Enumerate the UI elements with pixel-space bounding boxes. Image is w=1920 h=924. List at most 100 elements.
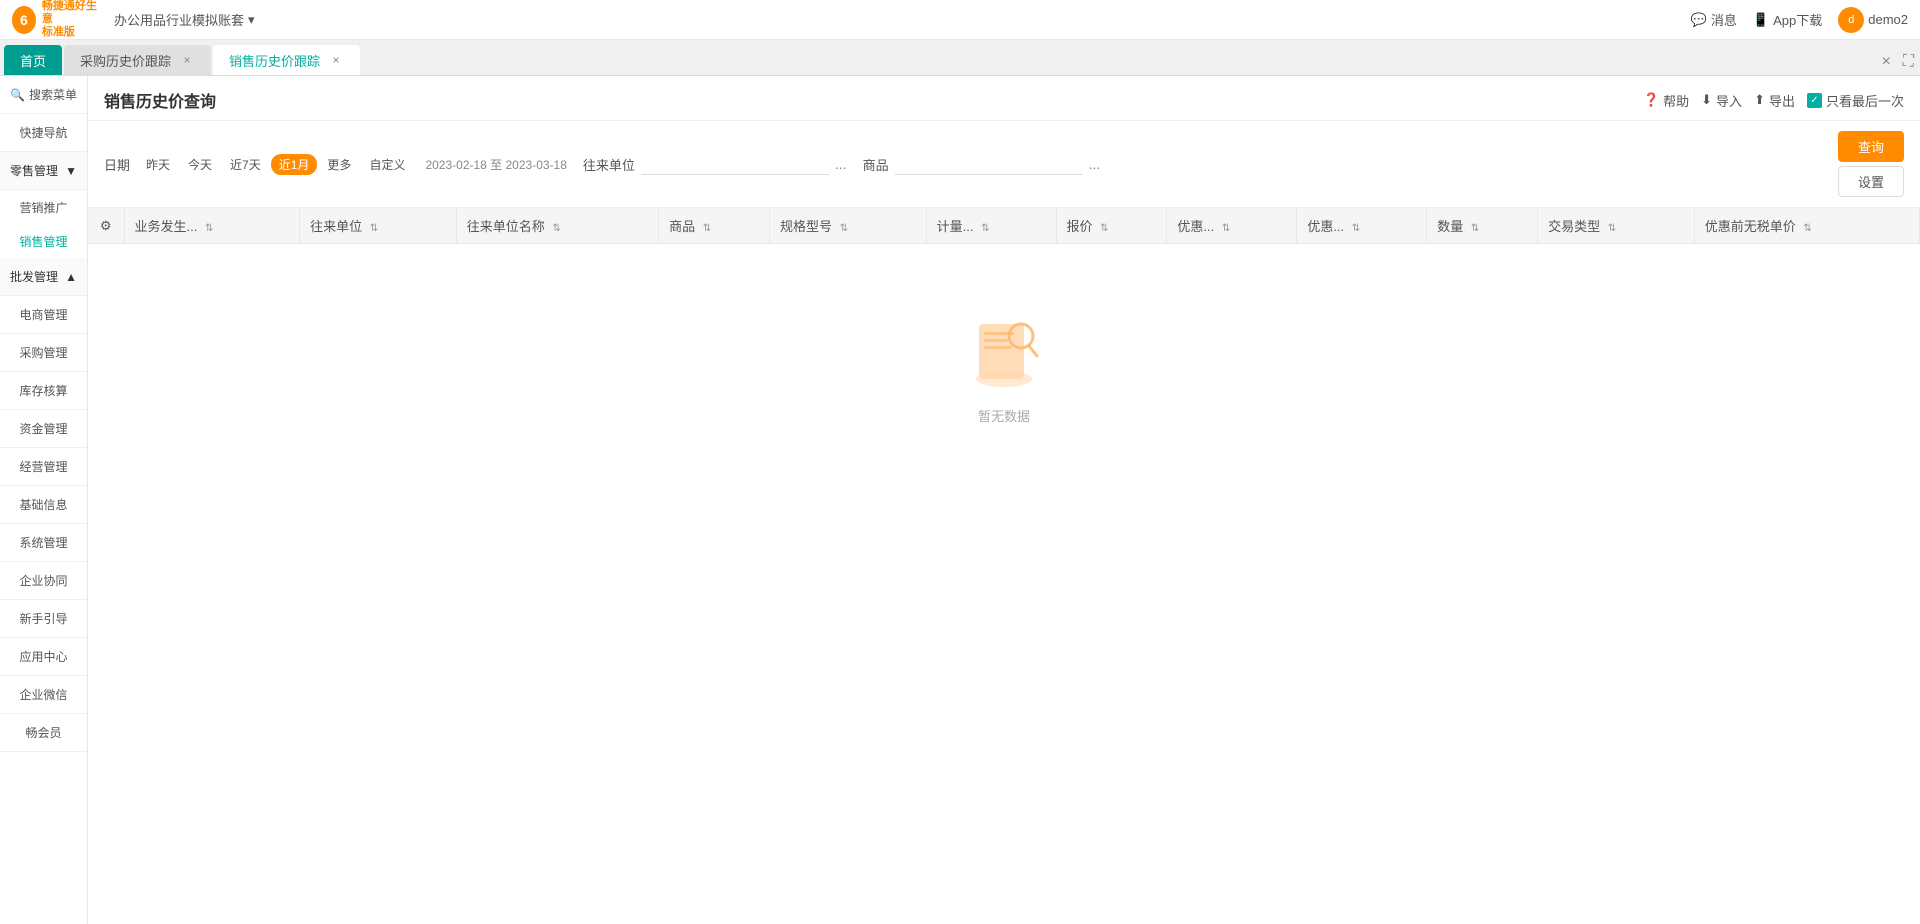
sort-icon-trade-type: ⇅: [1608, 223, 1616, 234]
only-last-checkbox[interactable]: ✓ 只看最后一次: [1807, 91, 1904, 110]
content-area: 销售历史价查询 ❓ 帮助 ⬇ 导入 ⬆ 导出 ✓: [88, 76, 1920, 924]
close-tab-sales-history[interactable]: ×: [328, 52, 344, 68]
page-title: 销售历史价查询: [104, 88, 216, 112]
header-bar: 6 畅捷通好生意 标准版 办公用品行业模拟账套 ▾ 💬 消息 📱 App下载 d…: [0, 0, 1920, 40]
goods-filter-label: 商品: [863, 155, 889, 174]
th-discount1[interactable]: 优惠... ⇅: [1167, 208, 1297, 244]
empty-illustration: [959, 304, 1049, 394]
date-filter-label: 日期: [104, 155, 130, 174]
th-goods[interactable]: 商品 ⇅: [659, 208, 770, 244]
app-selector-dropdown[interactable]: 办公用品行业模拟账套 ▾: [106, 6, 263, 33]
close-tab-purchase-history[interactable]: ×: [179, 52, 195, 68]
goods-filter-input[interactable]: [895, 153, 1083, 175]
logo-text: 畅捷通好生意 标准版: [42, 0, 98, 39]
date-btn-more[interactable]: 更多: [319, 154, 359, 175]
partner-filter-label: 往来单位: [583, 155, 635, 174]
sidebar-item-new-guide[interactable]: 新手引导: [0, 600, 87, 638]
date-btn-custom[interactable]: 自定义: [361, 154, 413, 175]
sidebar-item-sales-mgmt[interactable]: 销售管理: [0, 224, 87, 258]
settings-button[interactable]: 设置: [1838, 166, 1904, 197]
app-icon: 📱: [1753, 12, 1769, 28]
th-trade-type[interactable]: 交易类型 ⇅: [1538, 208, 1695, 244]
date-btn-yesterday[interactable]: 昨天: [138, 154, 178, 175]
sort-icon-partner-name: ⇅: [552, 223, 560, 234]
query-button[interactable]: 查询: [1838, 131, 1904, 162]
user-menu[interactable]: d demo2: [1838, 7, 1908, 33]
export-button[interactable]: ⬆ 导出: [1754, 91, 1795, 110]
date-btn-today[interactable]: 今天: [180, 154, 220, 175]
tab-home[interactable]: 首页: [4, 45, 62, 75]
help-icon: ❓: [1643, 92, 1659, 108]
message-button[interactable]: 💬 消息: [1691, 10, 1737, 29]
sidebar-item-search-menu[interactable]: 🔍 搜索菜单: [0, 76, 87, 114]
sidebar-item-ecommerce[interactable]: 电商管理: [0, 296, 87, 334]
page-header-actions: ❓ 帮助 ⬇ 导入 ⬆ 导出 ✓ 只看最后一次: [1643, 91, 1904, 110]
th-quantity[interactable]: 数量 ⇅: [1427, 208, 1538, 244]
search-icon: 🔍: [10, 88, 25, 102]
sidebar-item-app-center[interactable]: 应用中心: [0, 638, 87, 676]
app-download-button[interactable]: 📱 App下载: [1753, 10, 1822, 29]
header-left: 6 畅捷通好生意 标准版 办公用品行业模拟账套 ▾: [12, 0, 263, 39]
date-buttons: 昨天 今天 近7天 近1月 更多 自定义: [138, 154, 413, 175]
help-button[interactable]: ❓ 帮助: [1643, 91, 1689, 110]
th-unit[interactable]: 计量... ⇅: [926, 208, 1056, 244]
partner-filter-group: 往来单位 ...: [583, 153, 847, 175]
sidebar-item-member[interactable]: 畅会员: [0, 714, 87, 752]
chevron-down-icon: ▼: [65, 164, 77, 178]
sidebar-item-system[interactable]: 系统管理: [0, 524, 87, 562]
sort-icon-quote: ⇅: [1100, 223, 1108, 234]
sort-icon-discount1: ⇅: [1222, 223, 1230, 234]
th-quote[interactable]: 报价 ⇅: [1056, 208, 1167, 244]
import-button[interactable]: ⬇ 导入: [1701, 91, 1742, 110]
sidebar-item-operations[interactable]: 经营管理: [0, 448, 87, 486]
sidebar-item-marketing[interactable]: 营销推广: [0, 190, 87, 224]
sidebar-item-wholesale-mgmt[interactable]: 批发管理 ▲: [0, 258, 87, 296]
th-biz-date[interactable]: 业务发生... ⇅: [124, 208, 300, 244]
sidebar-item-enterprise-co[interactable]: 企业协同: [0, 562, 87, 600]
sort-icon-quantity: ⇅: [1471, 223, 1479, 234]
sidebar-item-basic-info[interactable]: 基础信息: [0, 486, 87, 524]
chevron-down-icon: ▾: [248, 12, 255, 28]
sort-icon-partner-code: ⇅: [370, 223, 378, 234]
sort-icon-goods: ⇅: [703, 223, 711, 234]
close-all-tabs-button[interactable]: ×: [1879, 51, 1892, 73]
th-partner-code[interactable]: 往来单位 ⇅: [300, 208, 457, 244]
sort-icon-pre-tax-price: ⇅: [1803, 223, 1811, 234]
tab-sales-history[interactable]: 销售历史价跟踪 ×: [213, 45, 360, 75]
goods-filter-dots[interactable]: ...: [1089, 156, 1101, 172]
tab-bar-actions: × ⛶: [1879, 51, 1916, 75]
filter-bar: 日期 昨天 今天 近7天 近1月 更多 自定义 2023-02-18 至 202…: [88, 121, 1920, 208]
sort-icon-unit: ⇅: [981, 223, 989, 234]
sidebar-item-purchase[interactable]: 采购管理: [0, 334, 87, 372]
partner-filter-input[interactable]: [641, 153, 829, 175]
sort-icon-discount2: ⇅: [1352, 223, 1360, 234]
sidebar-item-quick-nav[interactable]: 快捷导航: [0, 114, 87, 152]
header-right: 💬 消息 📱 App下载 d demo2: [1691, 7, 1908, 33]
sidebar-item-inventory[interactable]: 库存核算: [0, 372, 87, 410]
export-icon: ⬆: [1754, 92, 1765, 108]
goods-filter-group: 商品 ...: [863, 153, 1101, 175]
tab-purchase-history[interactable]: 采购历史价跟踪 ×: [64, 45, 211, 75]
sidebar-item-enterprise-wechat[interactable]: 企业微信: [0, 676, 87, 714]
th-gear[interactable]: ⚙: [88, 208, 124, 244]
date-btn-1month[interactable]: 近1月: [271, 154, 318, 175]
logo-icon: 6: [12, 6, 36, 34]
filter-actions: 查询 设置: [1838, 131, 1904, 197]
sidebar-item-retail-mgmt[interactable]: 零售管理 ▼: [0, 152, 87, 190]
date-btn-7days[interactable]: 近7天: [222, 154, 269, 175]
sort-icon-spec: ⇅: [840, 223, 848, 234]
date-filter-group: 日期 昨天 今天 近7天 近1月 更多 自定义 2023-02-18 至 202…: [104, 154, 567, 175]
avatar: d: [1838, 7, 1864, 33]
th-pre-tax-price[interactable]: 优惠前无税单价 ⇅: [1694, 208, 1919, 244]
th-partner-name[interactable]: 往来单位名称 ⇅: [456, 208, 658, 244]
th-discount2[interactable]: 优惠... ⇅: [1297, 208, 1427, 244]
sidebar-item-finance[interactable]: 资金管理: [0, 410, 87, 448]
gear-icon: ⚙: [100, 218, 112, 233]
data-table: ⚙ 业务发生... ⇅ 往来单位 ⇅ 往来单位名称: [88, 208, 1920, 244]
import-icon: ⬇: [1701, 92, 1712, 108]
fullscreen-button[interactable]: ⛶: [1901, 51, 1916, 73]
table-container: ⚙ 业务发生... ⇅ 往来单位 ⇅ 往来单位名称: [88, 208, 1920, 924]
th-spec[interactable]: 规格型号 ⇅: [769, 208, 926, 244]
page-header: 销售历史价查询 ❓ 帮助 ⬇ 导入 ⬆ 导出 ✓: [88, 76, 1920, 121]
partner-filter-dots[interactable]: ...: [835, 156, 847, 172]
